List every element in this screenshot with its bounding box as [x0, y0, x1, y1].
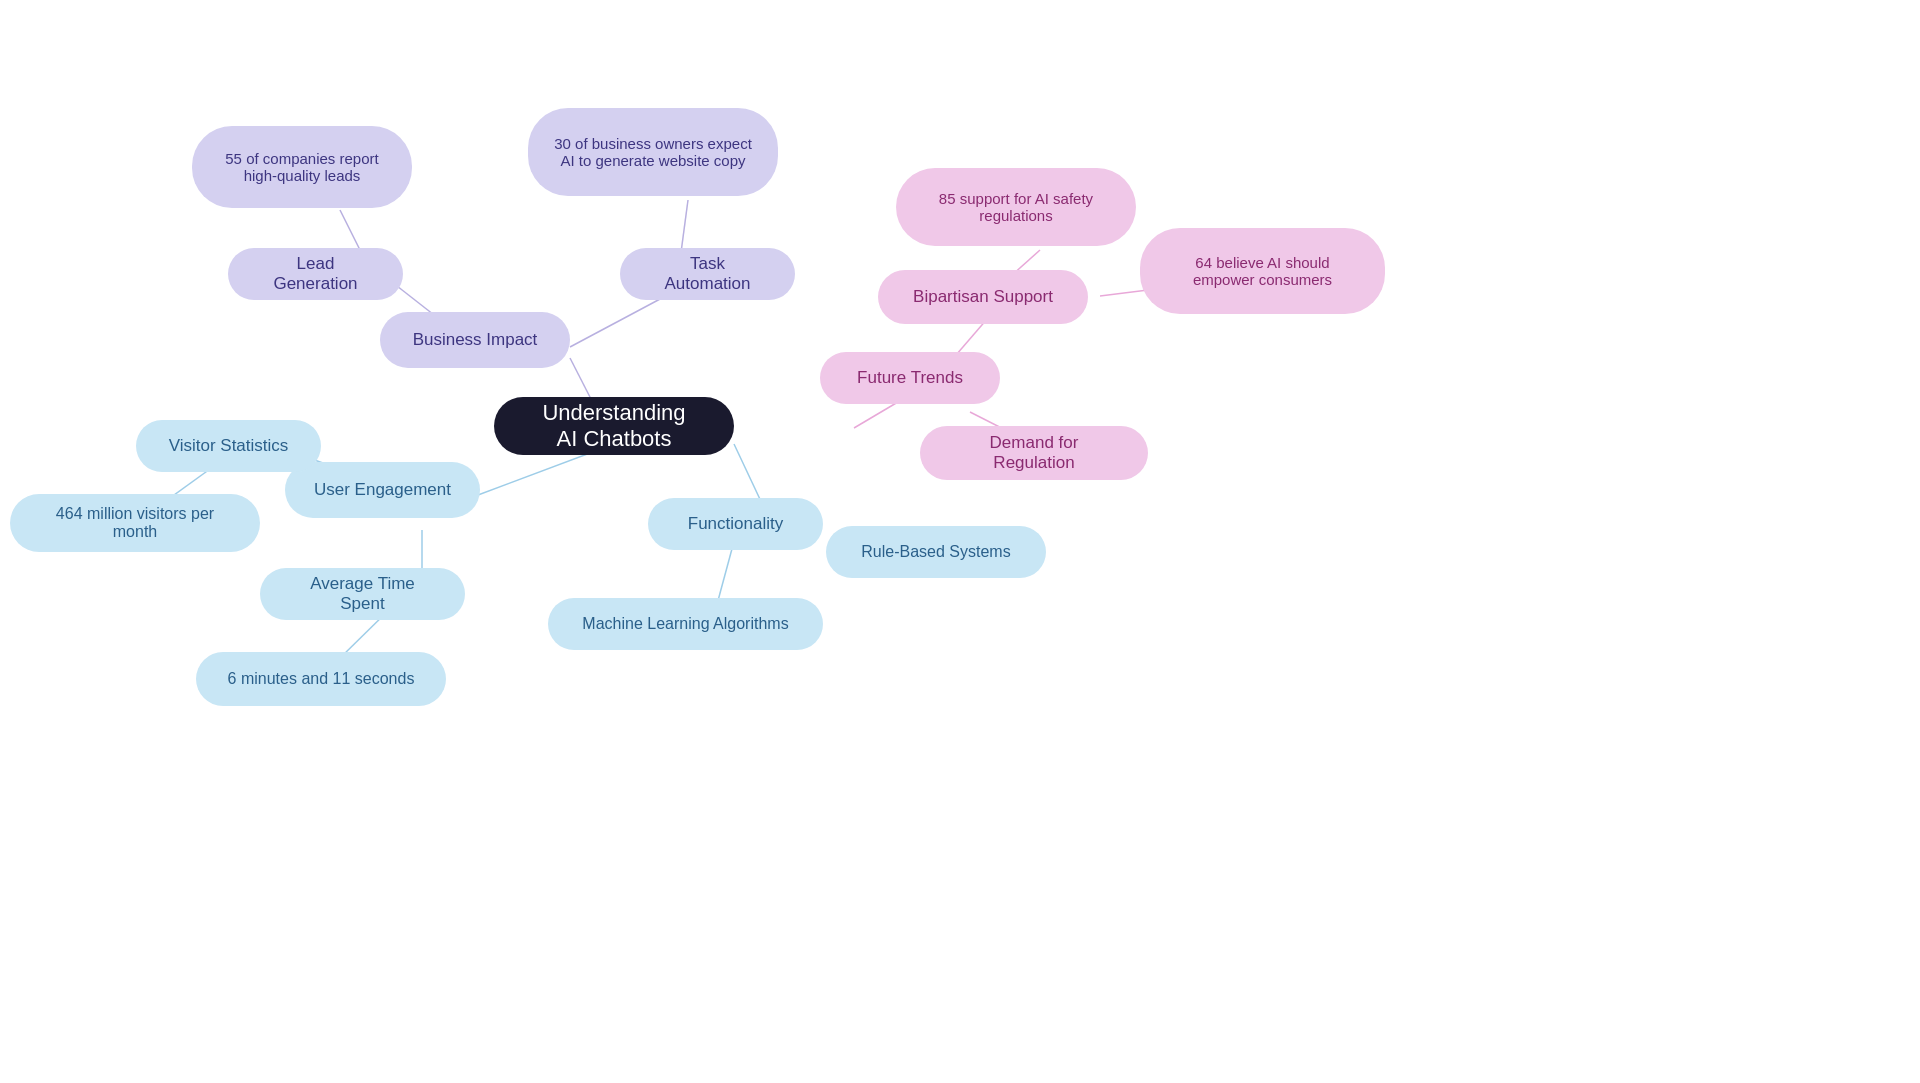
task-automation-node: Task Automation [620, 248, 795, 300]
rule-based-systems-node: Rule-Based Systems [826, 526, 1046, 578]
user-engagement-node: User Engagement [285, 462, 480, 518]
ai-generate-30-node: 30 of business owners expect AI to gener… [528, 108, 778, 196]
svg-line-16 [1100, 290, 1148, 296]
companies-55-node: 55 of companies report high-quality lead… [192, 126, 412, 208]
average-time-spent-node: Average Time Spent [260, 568, 465, 620]
business-impact-node: Business Impact [380, 312, 570, 368]
demand-regulation-node: Demand for Regulation [920, 426, 1148, 480]
future-trends-node: Future Trends [820, 352, 1000, 404]
ai-empower-64-node: 64 believe AI should empower consumers [1140, 228, 1385, 314]
functionality-node: Functionality [648, 498, 823, 550]
lead-generation-node: Lead Generation [228, 248, 403, 300]
visitors-464-node: 464 million visitors per month [10, 494, 260, 552]
central-node: Understanding AI Chatbots [494, 397, 734, 455]
bipartisan-support-node: Bipartisan Support [878, 270, 1088, 324]
visitor-statistics-node: Visitor Statistics [136, 420, 321, 472]
time-value-node: 6 minutes and 11 seconds [196, 652, 446, 706]
machine-learning-node: Machine Learning Algorithms [548, 598, 823, 650]
ai-safety-85-node: 85 support for AI safety regulations [896, 168, 1136, 246]
